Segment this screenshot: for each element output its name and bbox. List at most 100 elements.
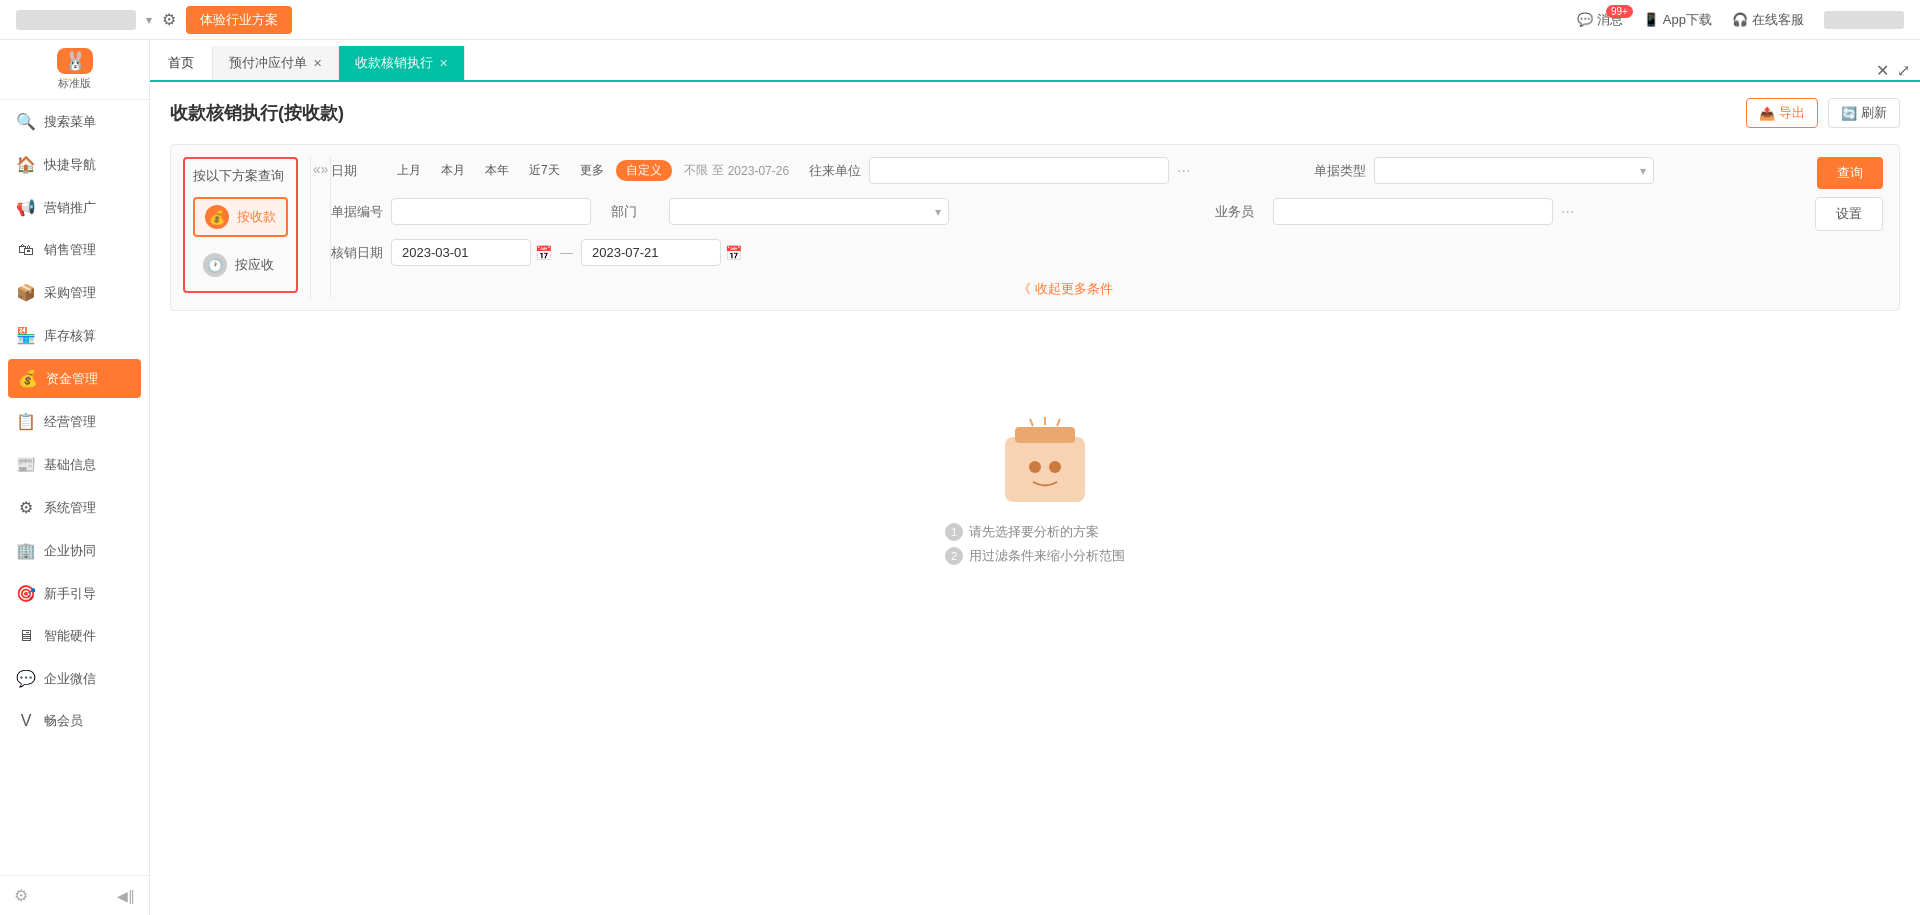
tab-home[interactable]: 首页 [150, 46, 213, 80]
tab-prepay-offset[interactable]: 预付冲应付单 ✕ [213, 46, 339, 80]
tab-prepay-offset-close[interactable]: ✕ [313, 57, 322, 70]
filter-row-3: 核销日期 📅 — 📅 [331, 239, 1799, 266]
voucher-type-select[interactable] [1374, 157, 1654, 184]
filter-row-2: 单据编号 部门 [331, 198, 1799, 225]
tab-receivable-offset-close[interactable]: ✕ [439, 57, 448, 70]
topbar-online-service[interactable]: 🎧 在线客服 [1732, 11, 1804, 29]
sidebar-item-corp[interactable]: 🏢 企业协同 [0, 529, 149, 572]
guide-icon: 🎯 [16, 584, 36, 603]
marketing-icon: 📢 [16, 198, 36, 217]
refresh-button[interactable]: 🔄 刷新 [1828, 98, 1900, 128]
sidebar-bottom: ⚙ ◀‖ [0, 875, 149, 915]
topbar-user-avatar[interactable] [1824, 11, 1904, 29]
date-start-display: 2023-07-26 [728, 164, 789, 178]
tab-receivable-offset[interactable]: 收款核销执行 ✕ [339, 46, 465, 80]
sidebar-item-label: 经营管理 [44, 413, 96, 431]
empty-tips: 1 请先选择要分析的方案 2 用过滤条件来缩小分析范围 [945, 523, 1125, 571]
sidebar-item-marketing[interactable]: 📢 营销推广 [0, 186, 149, 229]
sidebar-item-search-menu[interactable]: 🔍 搜索菜单 [0, 100, 149, 143]
receipt-option-icon: 💰 [205, 205, 229, 229]
sidebar-item-quick-nav[interactable]: 🏠 快捷导航 [0, 143, 149, 186]
sidebar-item-business[interactable]: 📋 经营管理 [0, 400, 149, 443]
tip-1-text: 请先选择要分析的方案 [969, 523, 1099, 541]
date-btn-more[interactable]: 更多 [572, 160, 612, 181]
date-btn-last-month[interactable]: 上月 [389, 160, 429, 181]
dept-select[interactable] [669, 198, 949, 225]
svg-point-3 [1049, 461, 1061, 473]
date-btn-last-7-days[interactable]: 近7天 [521, 160, 568, 181]
industry-solution-button[interactable]: 体验行业方案 [186, 6, 292, 34]
verify-date-start-calendar-icon[interactable]: 📅 [535, 245, 552, 261]
verify-date-end-calendar-icon[interactable]: 📅 [725, 245, 742, 261]
staff-input[interactable] [1273, 198, 1553, 225]
voucher-no-input[interactable] [391, 198, 591, 225]
topbar-message[interactable]: 💬 消息 99+ [1577, 11, 1623, 29]
filter-row-1: 日期 上月 本月 本年 近7天 更多 自定义 [331, 157, 1799, 184]
home-icon: 🏠 [16, 155, 36, 174]
sidebar-item-smart-hw[interactable]: 🖥 智能硬件 [0, 615, 149, 657]
tip-1-number: 1 [945, 523, 963, 541]
counterpart-input[interactable] [869, 157, 1169, 184]
verify-date-start-wrap: 📅 [391, 239, 552, 266]
filter-panel: 按以下方案查询 💰 按收款 🕐 按应收 [170, 144, 1900, 311]
smart-hw-icon: 🖥 [16, 627, 36, 645]
topbar-left: ▾ ⚙ 体验行业方案 [16, 6, 292, 34]
sidebar-item-finance[interactable]: 💰 资金管理 [8, 359, 141, 398]
verify-date-separator: — [560, 245, 573, 260]
page-title: 收款核销执行(按收款) [170, 101, 344, 125]
verify-date-end-input[interactable] [581, 239, 721, 266]
sidebar-item-sales[interactable]: 🛍 销售管理 [0, 229, 149, 271]
sidebar-item-guide[interactable]: 🎯 新手引导 [0, 572, 149, 615]
collapse-more-button[interactable]: 《 收起更多条件 [331, 280, 1799, 298]
svg-rect-1 [1015, 427, 1075, 443]
sidebar-collapse-button[interactable]: ◀‖ [117, 888, 135, 904]
tab-bar: 首页 预付冲应付单 ✕ 收款核销执行 ✕ ✕ ⤢ [150, 40, 1920, 82]
sidebar-item-label: 企业协同 [44, 542, 96, 560]
filter-collapse-button[interactable]: «» [311, 157, 331, 298]
date-btn-custom[interactable]: 自定义 [616, 160, 672, 181]
sidebar-item-wechat[interactable]: 💬 企业微信 [0, 657, 149, 700]
wechat-icon: 💬 [16, 669, 36, 688]
topbar-gear-icon[interactable]: ⚙ [162, 10, 176, 29]
filter-query-area: 日期 上月 本月 本年 近7天 更多 自定义 [331, 157, 1899, 298]
topbar-dropdown-arrow[interactable]: ▾ [146, 13, 152, 27]
page-header: 收款核销执行(按收款) 📤 导出 🔄 刷新 [170, 98, 1900, 128]
export-button[interactable]: 📤 导出 [1746, 98, 1818, 128]
voucher-type-select-wrap [1374, 157, 1654, 184]
date-btn-this-month[interactable]: 本月 [433, 160, 473, 181]
sidebar-items: 🔍 搜索菜单 🏠 快捷导航 📢 营销推广 🛍 销售管理 📦 采购管理 🏪 [0, 100, 149, 875]
query-button[interactable]: 查询 [1817, 157, 1883, 189]
filter-panel-title: 按以下方案查询 [193, 167, 288, 185]
topbar-app-download[interactable]: 📱 App下载 [1643, 11, 1712, 29]
counterpart-more-icon[interactable]: ··· [1177, 162, 1190, 180]
filter-fields: 日期 上月 本月 本年 近7天 更多 自定义 [331, 157, 1799, 298]
sidebar-item-system[interactable]: ⚙ 系统管理 [0, 486, 149, 529]
query-buttons: 查询 设置 [1799, 157, 1899, 231]
page-content: 收款核销执行(按收款) 📤 导出 🔄 刷新 [150, 82, 1920, 915]
tip-2-text: 用过滤条件来缩小分析范围 [969, 547, 1125, 565]
receivable-option-label: 按应收 [235, 256, 274, 274]
date-btn-this-year[interactable]: 本年 [477, 160, 517, 181]
sidebar-item-member[interactable]: V 畅会员 [0, 700, 149, 742]
verify-date-start-input[interactable] [391, 239, 531, 266]
sidebar-item-inventory[interactable]: 🏪 库存核算 [0, 314, 149, 357]
voucher-type-label: 单据类型 [1314, 162, 1366, 180]
sidebar-item-basic-info[interactable]: 📰 基础信息 [0, 443, 149, 486]
message-badge: 99+ [1606, 5, 1633, 18]
filter-option-by-receipt[interactable]: 💰 按收款 [193, 197, 288, 237]
empty-tip-2: 2 用过滤条件来缩小分析范围 [945, 547, 1125, 565]
basic-info-icon: 📰 [16, 455, 36, 474]
main-layout: 🐰 标准版 🔍 搜索菜单 🏠 快捷导航 📢 营销推广 🛍 销售管理 📦 [0, 40, 1920, 915]
filter-option-by-receivable[interactable]: 🕐 按应收 [193, 247, 288, 283]
sidebar-item-label: 基础信息 [44, 456, 96, 474]
filter-settings-button[interactable]: 设置 [1815, 197, 1883, 231]
sidebar-item-label: 搜索菜单 [44, 113, 96, 131]
tab-close-all-icon[interactable]: ✕ [1876, 61, 1889, 80]
sidebar-item-label: 企业微信 [44, 670, 96, 688]
tab-expand-icon[interactable]: ⤢ [1897, 61, 1910, 80]
tab-receivable-offset-label: 收款核销执行 [355, 54, 433, 72]
topbar: ▾ ⚙ 体验行业方案 💬 消息 99+ 📱 App下载 🎧 在线客服 [0, 0, 1920, 40]
staff-more-icon[interactable]: ··· [1561, 203, 1574, 221]
sidebar-settings-button[interactable]: ⚙ [14, 886, 28, 905]
sidebar-item-purchase[interactable]: 📦 采购管理 [0, 271, 149, 314]
